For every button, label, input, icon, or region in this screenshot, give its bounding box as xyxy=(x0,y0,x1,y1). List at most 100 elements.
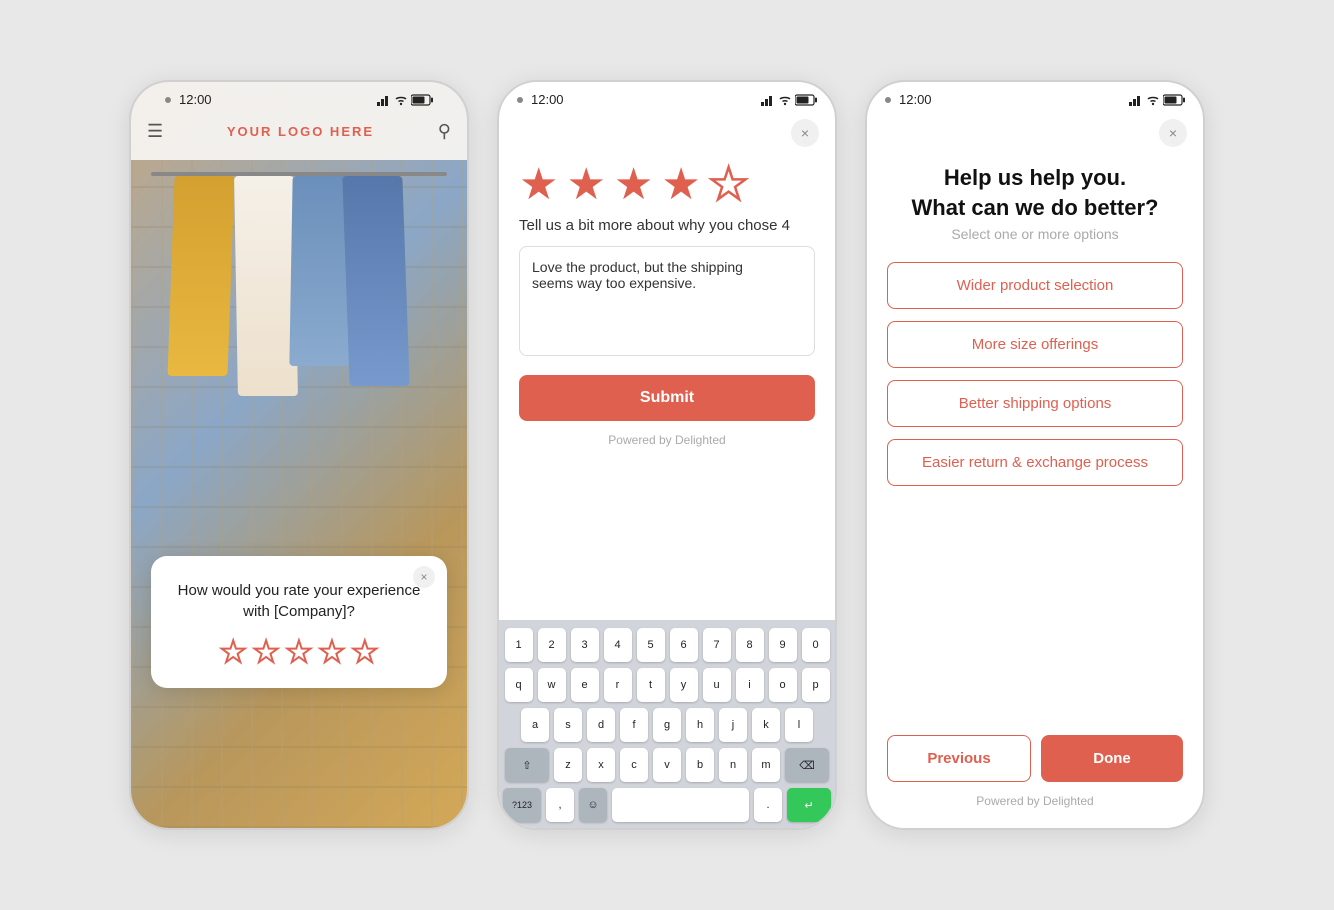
key-b[interactable]: b xyxy=(686,748,714,782)
key-comma[interactable]: , xyxy=(546,788,574,822)
key-q[interactable]: q xyxy=(505,668,533,702)
key-5[interactable]: 5 xyxy=(637,628,665,662)
key-1[interactable]: 1 xyxy=(505,628,533,662)
star-lg-1[interactable]: ★ xyxy=(519,163,558,207)
key-m[interactable]: m xyxy=(752,748,780,782)
phone1-nav: ☰ YOUR LOGO HERE ⚲ xyxy=(147,113,451,150)
phone3-inner: 12:00 × xyxy=(867,82,1203,828)
wifi-icon xyxy=(394,94,408,106)
key-x[interactable]: x xyxy=(587,748,615,782)
previous-button[interactable]: Previous xyxy=(887,735,1031,782)
phone2-subtitle: Tell us a bit more about why you chose 4 xyxy=(499,213,835,246)
keyboard-row-numbers: 1 2 3 4 5 6 7 8 9 0 xyxy=(503,628,831,662)
key-6[interactable]: 6 xyxy=(670,628,698,662)
keyboard-row-qwerty: q w e r t y u i o p xyxy=(503,668,831,702)
key-3[interactable]: 3 xyxy=(571,628,599,662)
star-lg-3[interactable]: ★ xyxy=(614,163,653,207)
key-period[interactable]: . xyxy=(754,788,782,822)
key-p[interactable]: p xyxy=(802,668,830,702)
key-v[interactable]: v xyxy=(653,748,681,782)
popup-title: How would you rate your experience with … xyxy=(171,576,427,622)
key-8[interactable]: 8 xyxy=(736,628,764,662)
menu-icon[interactable]: ☰ xyxy=(147,121,163,142)
keyboard: 1 2 3 4 5 6 7 8 9 0 q w e r t y u i o xyxy=(499,620,835,828)
key-emoji[interactable]: ☺ xyxy=(579,788,607,822)
key-y[interactable]: y xyxy=(670,668,698,702)
key-d[interactable]: d xyxy=(587,708,615,742)
search-icon[interactable]: ⚲ xyxy=(438,121,451,142)
key-a[interactable]: a xyxy=(521,708,549,742)
phone1-status-bar: 12:00 xyxy=(147,82,451,113)
phone2-close-row: × xyxy=(499,113,835,147)
key-z[interactable]: z xyxy=(554,748,582,782)
star-4[interactable]: ★ xyxy=(318,638,345,668)
key-t[interactable]: t xyxy=(637,668,665,702)
key-k[interactable]: k xyxy=(752,708,780,742)
rating-popup: × How would you rate your experience wit… xyxy=(151,556,447,688)
key-f[interactable]: f xyxy=(620,708,648,742)
key-backspace[interactable]: ⌫ xyxy=(785,748,829,782)
key-0[interactable]: 0 xyxy=(802,628,830,662)
star-lg-5[interactable]: ★ xyxy=(709,163,748,207)
phone2-status-bar: 12:00 xyxy=(499,82,835,113)
key-num-switch[interactable]: ?123 xyxy=(503,788,541,822)
option-easier-return[interactable]: Easier return & exchange process xyxy=(887,439,1183,486)
phone-1: 12:00 xyxy=(129,80,469,830)
key-7[interactable]: 7 xyxy=(703,628,731,662)
key-shift[interactable]: ⇧ xyxy=(505,748,549,782)
key-l[interactable]: l xyxy=(785,708,813,742)
phone2-stars-row[interactable]: ★ ★ ★ ★ ★ xyxy=(499,147,835,213)
key-9[interactable]: 9 xyxy=(769,628,797,662)
key-w[interactable]: w xyxy=(538,668,566,702)
feedback-textarea[interactable]: Love the product, but the shipping seems… xyxy=(519,246,815,356)
key-enter[interactable]: ↵ xyxy=(787,788,831,822)
done-button[interactable]: Done xyxy=(1041,735,1183,782)
key-u[interactable]: u xyxy=(703,668,731,702)
option-more-sizes[interactable]: More size offerings xyxy=(887,321,1183,368)
key-n[interactable]: n xyxy=(719,748,747,782)
star-2[interactable]: ★ xyxy=(253,638,280,668)
star-lg-4[interactable]: ★ xyxy=(661,163,700,207)
key-i[interactable]: i xyxy=(736,668,764,702)
key-4[interactable]: 4 xyxy=(604,628,632,662)
key-g[interactable]: g xyxy=(653,708,681,742)
popup-close-button[interactable]: × xyxy=(413,566,435,588)
key-space[interactable] xyxy=(612,788,749,822)
logo-text: YOUR LOGO HERE xyxy=(227,124,374,139)
star-5[interactable]: ★ xyxy=(351,638,378,668)
phone3-time: 12:00 xyxy=(899,92,932,107)
star-3[interactable]: ★ xyxy=(286,638,313,668)
clothing-item-1 xyxy=(168,176,235,376)
key-o[interactable]: o xyxy=(769,668,797,702)
battery-icon xyxy=(411,94,433,106)
phone3-status-bar: 12:00 xyxy=(867,82,1203,113)
phone1-time: 12:00 xyxy=(179,92,212,107)
signal-icon-3 xyxy=(1129,94,1143,106)
clothing-background xyxy=(131,82,467,828)
phone3-subtitle: Select one or more options xyxy=(867,226,1203,262)
phone1-status-icons xyxy=(377,94,433,106)
phone-3: 12:00 × xyxy=(865,80,1205,830)
key-e[interactable]: e xyxy=(571,668,599,702)
status-dot-2 xyxy=(517,97,523,103)
key-j[interactable]: j xyxy=(719,708,747,742)
phone3-close-button[interactable]: × xyxy=(1159,119,1187,147)
option-wider-product[interactable]: Wider product selection xyxy=(887,262,1183,309)
key-h[interactable]: h xyxy=(686,708,714,742)
phone3-status-icons xyxy=(1129,94,1185,106)
option-better-shipping[interactable]: Better shipping options xyxy=(887,380,1183,427)
phone-2: 12:00 × xyxy=(497,80,837,830)
star-rating-row[interactable]: ★ ★ ★ ★ ★ xyxy=(171,638,427,668)
key-s[interactable]: s xyxy=(554,708,582,742)
phone3-footer: Previous Done Powered by Delighted xyxy=(867,719,1203,828)
clothing-item-4 xyxy=(342,176,409,386)
phone2-close-button[interactable]: × xyxy=(791,119,819,147)
key-r[interactable]: r xyxy=(604,668,632,702)
key-c[interactable]: c xyxy=(620,748,648,782)
star-1[interactable]: ★ xyxy=(220,638,247,668)
submit-button[interactable]: Submit xyxy=(519,375,815,421)
star-lg-2[interactable]: ★ xyxy=(566,163,605,207)
wifi-icon-3 xyxy=(1146,94,1160,106)
key-2[interactable]: 2 xyxy=(538,628,566,662)
status-dot xyxy=(165,97,171,103)
